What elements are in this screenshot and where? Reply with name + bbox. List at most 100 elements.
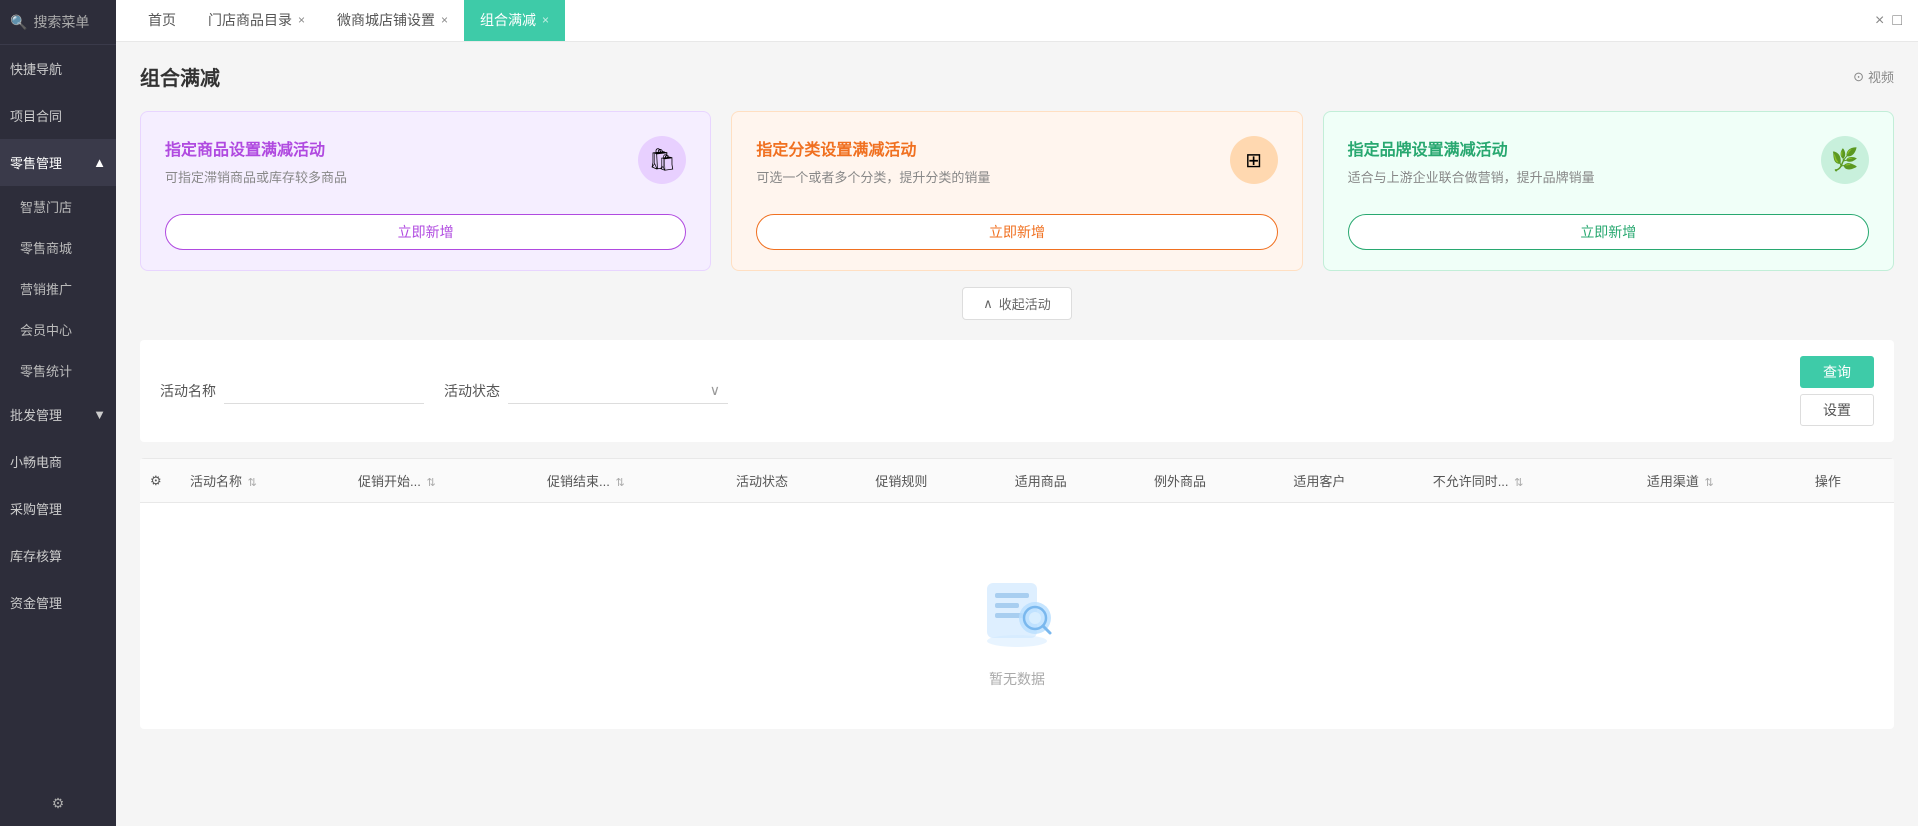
- th-applicable-channel-label: 适用渠道: [1647, 474, 1699, 489]
- th-except-goods: 例外商品: [1144, 459, 1283, 503]
- settings-icon: ⚙: [52, 795, 65, 812]
- sidebar-item-wholesale-mgmt[interactable]: 批发管理 ▼: [0, 391, 116, 438]
- category-activity-card: ⊞ 指定分类设置满减活动 可选一个或者多个分类，提升分类的销量 立即新增: [731, 111, 1302, 271]
- tabs: 首页 门店商品目录 × 微商城店铺设置 × 组合满减 ×: [132, 0, 565, 41]
- filter-name-input[interactable]: [224, 379, 424, 404]
- empty-state-icon: [967, 563, 1067, 653]
- sort-applicable-channel-icon[interactable]: ⇅: [1704, 477, 1713, 489]
- th-name: 活动名称 ⇅: [180, 459, 348, 503]
- chevron-up-icon: ▲: [93, 155, 106, 170]
- th-applicable-customer: 适用客户: [1283, 459, 1422, 503]
- table-container: ⚙ 活动名称 ⇅ 促销开始... ⇅ 促销结束... ⇅: [140, 458, 1894, 729]
- th-promo-start: 促销开始... ⇅: [348, 459, 537, 503]
- th-applicable-channel: 适用渠道 ⇅: [1637, 459, 1805, 503]
- query-button[interactable]: 查询: [1800, 356, 1874, 388]
- filter-status-label: 活动状态: [444, 381, 500, 401]
- th-applicable-goods-label: 适用商品: [1015, 474, 1067, 489]
- chevron-down-icon-filter: ∨: [710, 382, 720, 399]
- tab-home[interactable]: 首页: [132, 0, 192, 41]
- filter-row: 活动名称 活动状态 ∨ 查询 设置: [140, 340, 1894, 442]
- tab-store-catalog-close[interactable]: ×: [298, 13, 305, 27]
- sidebar-item-member-center[interactable]: 会员中心: [0, 309, 116, 350]
- brand-card-title: 指定品牌设置满减活动: [1348, 136, 1869, 160]
- sidebar-item-quick-nav[interactable]: 快捷导航: [0, 45, 116, 92]
- settings-button[interactable]: 设置: [1800, 394, 1874, 426]
- category-card-add-btn[interactable]: 立即新增: [756, 214, 1277, 250]
- page-content: 组合满减 ⊙ 视频 🛍 指定商品设置满减活动 可指定滞销商品或库存较多商品 立即…: [116, 42, 1918, 826]
- filter-status-select[interactable]: ∨: [508, 378, 728, 404]
- product-card-icon: 🛍: [638, 136, 686, 184]
- chevron-up-icon-small: ∧: [983, 296, 993, 312]
- th-no-concurrent-label: 不允许同时...: [1433, 474, 1509, 489]
- sidebar-label-retail-mgmt: 零售管理: [10, 153, 62, 172]
- window-maximize-button[interactable]: □: [1892, 12, 1902, 30]
- brand-activity-card: 🌿 指定品牌设置满减活动 适合与上游企业联合做营销，提升品牌销量 立即新增: [1323, 111, 1894, 271]
- sidebar-item-smart-store[interactable]: 智慧门店: [0, 186, 116, 227]
- collapse-activities-btn[interactable]: ∧ 收起活动: [962, 287, 1072, 320]
- sidebar-label-purchase-mgmt: 采购管理: [10, 499, 62, 518]
- th-status-label: 活动状态: [736, 474, 788, 489]
- sidebar-item-retail-stats[interactable]: 零售统计: [0, 350, 116, 391]
- sort-promo-start-icon[interactable]: ⇅: [427, 477, 436, 489]
- th-promo-end: 促销结束... ⇅: [537, 459, 726, 503]
- sidebar-item-funds-mgmt[interactable]: 资金管理: [0, 579, 116, 626]
- th-operations: 操作: [1805, 459, 1894, 503]
- sidebar-item-marketing[interactable]: 营销推广: [0, 268, 116, 309]
- play-circle-icon: ⊙: [1853, 69, 1864, 85]
- tab-store-catalog[interactable]: 门店商品目录 ×: [192, 0, 321, 41]
- sidebar-settings[interactable]: ⚙: [0, 781, 116, 826]
- brand-card-desc: 适合与上游企业联合做营销，提升品牌销量: [1348, 168, 1869, 188]
- brand-card-add-btn[interactable]: 立即新增: [1348, 214, 1869, 250]
- tab-combo-discount-label: 组合满减: [480, 10, 536, 30]
- empty-state-text: 暂无数据: [140, 669, 1894, 689]
- tab-home-label: 首页: [148, 10, 176, 30]
- brand-card-icon: 🌿: [1821, 136, 1869, 184]
- sidebar-label-wholesale-mgmt: 批发管理: [10, 405, 62, 424]
- sort-promo-end-icon[interactable]: ⇅: [616, 477, 625, 489]
- th-gear: ⚙: [140, 459, 180, 503]
- sidebar-item-inventory-calc[interactable]: 库存核算: [0, 532, 116, 579]
- main-content: 首页 门店商品目录 × 微商城店铺设置 × 组合满减 × × □ 组合满减: [116, 0, 1918, 826]
- collapse-btn-label: 收起活动: [999, 294, 1051, 313]
- sidebar-item-purchase-mgmt[interactable]: 采购管理: [0, 485, 116, 532]
- sidebar-item-xiaochang[interactable]: 小畅电商: [0, 438, 116, 485]
- sidebar-item-project-contract[interactable]: 项目合同: [0, 92, 116, 139]
- filter-name-label: 活动名称: [160, 381, 216, 401]
- sort-name-icon[interactable]: ⇅: [248, 477, 257, 489]
- tab-combo-discount-close[interactable]: ×: [542, 13, 549, 27]
- search-icon: 🔍: [10, 14, 27, 31]
- tab-store-catalog-label: 门店商品目录: [208, 10, 292, 30]
- sidebar-item-retail-mall[interactable]: 零售商城: [0, 227, 116, 268]
- video-link[interactable]: ⊙ 视频: [1853, 67, 1894, 86]
- sort-no-concurrent-icon[interactable]: ⇅: [1514, 477, 1523, 489]
- sidebar-item-retail-mgmt[interactable]: 零售管理 ▲: [0, 139, 116, 186]
- th-operations-label: 操作: [1815, 474, 1841, 489]
- product-card-title: 指定商品设置满减活动: [165, 136, 686, 160]
- tab-bar: 首页 门店商品目录 × 微商城店铺设置 × 组合满减 × × □: [116, 0, 1918, 42]
- category-card-desc: 可选一个或者多个分类，提升分类的销量: [756, 168, 1277, 188]
- table-body: 暂无数据: [140, 503, 1894, 730]
- th-applicable-goods: 适用商品: [1005, 459, 1144, 503]
- th-promo-start-label: 促销开始...: [358, 474, 421, 489]
- product-card-add-btn[interactable]: 立即新增: [165, 214, 686, 250]
- gear-settings-icon[interactable]: ⚙: [150, 473, 162, 488]
- filter-actions: 查询 设置: [1800, 356, 1874, 426]
- video-label: 视频: [1868, 67, 1894, 86]
- tab-combo-discount[interactable]: 组合满减 ×: [464, 0, 565, 41]
- tab-window-actions: × □: [1875, 12, 1902, 30]
- sidebar-label-retail-mall: 零售商城: [20, 241, 72, 256]
- page-title: 组合满减: [140, 62, 220, 91]
- sidebar-label-member-center: 会员中心: [20, 323, 72, 338]
- sidebar-label-project-contract: 项目合同: [10, 106, 62, 125]
- activity-cards: 🛍 指定商品设置满减活动 可指定滞销商品或库存较多商品 立即新增 ⊞ 指定分类设…: [140, 111, 1894, 271]
- sidebar-search[interactable]: 🔍 搜索菜单: [0, 0, 116, 45]
- tab-wechat-store[interactable]: 微商城店铺设置 ×: [321, 0, 464, 41]
- sidebar-label-inventory-calc: 库存核算: [10, 546, 62, 565]
- th-applicable-customer-label: 适用客户: [1293, 474, 1345, 489]
- tab-wechat-store-close[interactable]: ×: [441, 13, 448, 27]
- window-close-button[interactable]: ×: [1875, 12, 1884, 30]
- th-promo-end-label: 促销结束...: [547, 474, 610, 489]
- th-promo-rule-label: 促销规则: [875, 474, 927, 489]
- sidebar-label-retail-stats: 零售统计: [20, 364, 72, 379]
- sidebar-label-smart-store: 智慧门店: [20, 200, 72, 215]
